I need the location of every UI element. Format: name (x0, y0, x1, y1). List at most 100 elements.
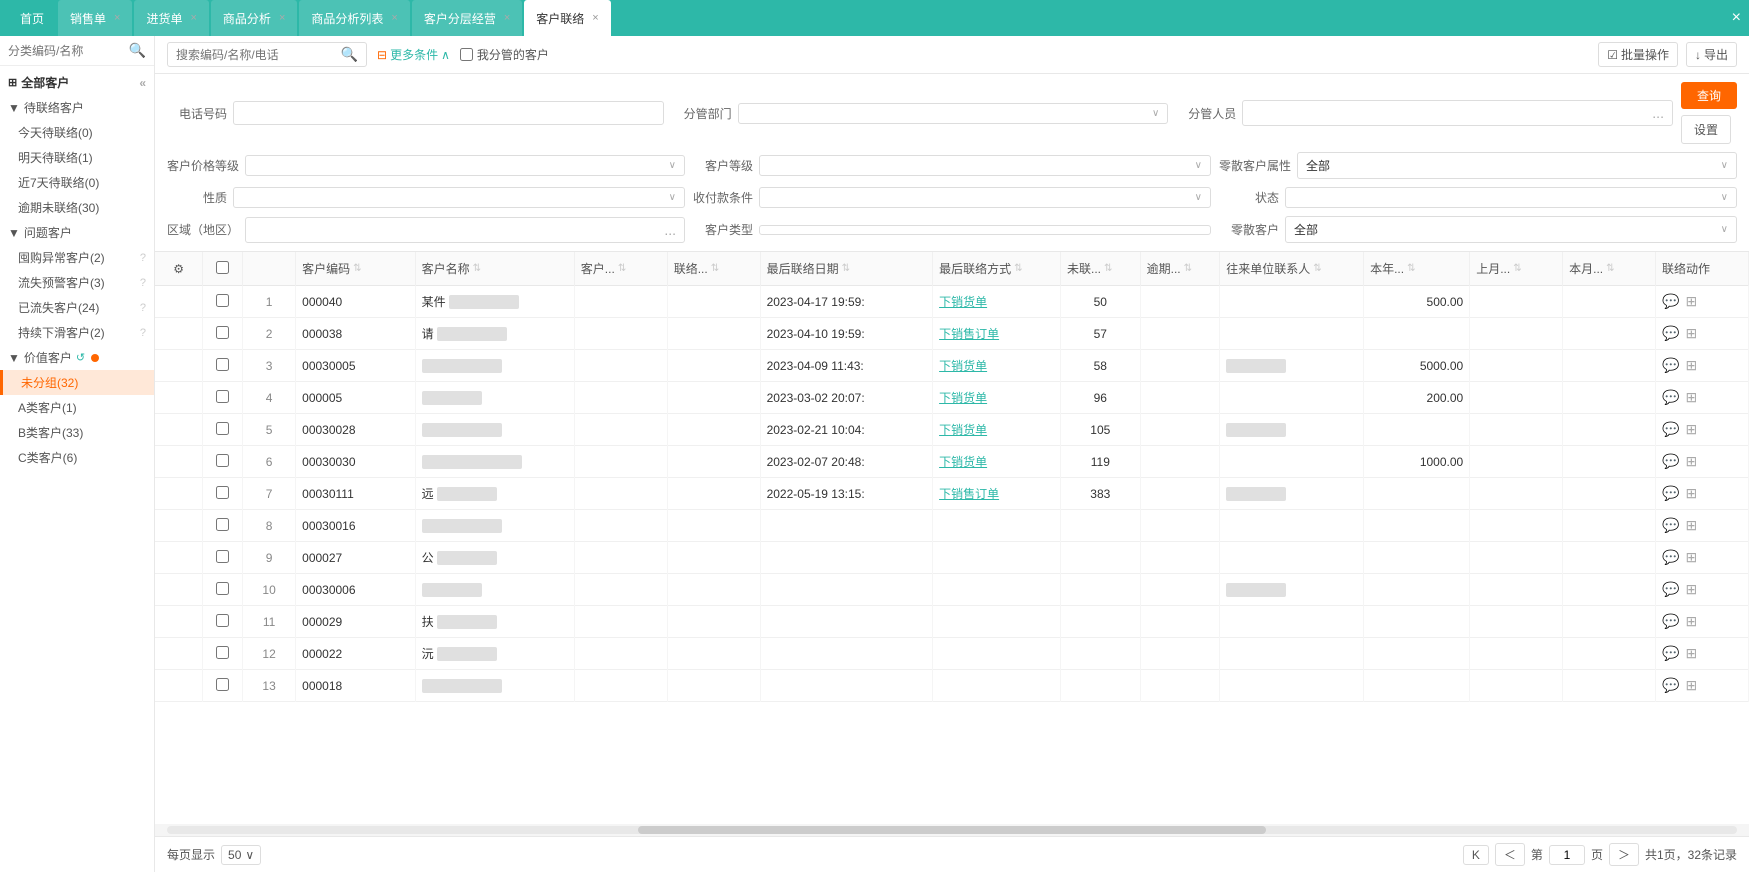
tab-customer-tier[interactable]: 客户分层经营 × (412, 0, 522, 36)
cat-sort-icon[interactable]: ⇅ (618, 263, 626, 274)
action-grid-icon-4[interactable]: ⊞ (1685, 421, 1697, 438)
tab-sales-close[interactable]: × (114, 12, 120, 24)
action-grid-icon-9[interactable]: ⊞ (1685, 581, 1697, 598)
row-check-9[interactable] (203, 574, 243, 606)
row-checkbox-4[interactable] (216, 422, 229, 435)
action-chat-icon-3[interactable]: 💬 (1662, 389, 1679, 406)
scrollbar-thumb[interactable] (638, 826, 1266, 834)
sidebar-item-churn-warning[interactable]: 流失预警客户(3) ? (0, 270, 154, 295)
action-chat-icon-0[interactable]: 💬 (1662, 293, 1679, 310)
row-lastway-link-4[interactable]: 下销货单 (939, 423, 987, 437)
action-chat-icon-10[interactable]: 💬 (1662, 613, 1679, 630)
overdue-sort-icon[interactable]: ⇅ (1184, 263, 1192, 274)
row-checkbox-11[interactable] (216, 646, 229, 659)
tab-sales[interactable]: 销售单 × (58, 0, 132, 36)
sidebar-all-customers[interactable]: ⊞ 全部客户 « (0, 66, 154, 95)
filter-cust-type-select[interactable] (759, 225, 1211, 235)
search-icon[interactable]: 🔍 (341, 46, 358, 63)
my-customer-checkbox[interactable]: 我分管的客户 (460, 46, 549, 63)
filter-person-dots[interactable]: ... (1652, 105, 1664, 121)
filter-nature-select[interactable]: ∨ (233, 187, 685, 208)
sidebar-item-classB[interactable]: B类客户(33) (0, 420, 154, 445)
filter-person-select[interactable]: ... (1242, 100, 1673, 126)
row-check-8[interactable] (203, 542, 243, 574)
filter-region-dots[interactable]: ... (664, 222, 676, 238)
row-check-5[interactable] (203, 446, 243, 478)
row-check-7[interactable] (203, 510, 243, 542)
contact-sort-icon[interactable]: ⇅ (711, 263, 719, 274)
row-check-0[interactable] (203, 286, 243, 318)
action-chat-icon-12[interactable]: 💬 (1662, 677, 1679, 694)
action-grid-icon-8[interactable]: ⊞ (1685, 549, 1697, 566)
row-lastway-link-0[interactable]: 下销货单 (939, 295, 987, 309)
sidebar-item-abnormal[interactable]: 囤购异常客户(2) ? (0, 245, 154, 270)
export-button[interactable]: ↓ 导出 (1686, 42, 1737, 67)
action-chat-icon-2[interactable]: 💬 (1662, 357, 1679, 374)
action-chat-icon-7[interactable]: 💬 (1662, 517, 1679, 534)
reset-button[interactable]: 设置 (1681, 115, 1731, 144)
tab-goods-analysis[interactable]: 商品分析 × (211, 0, 297, 36)
tab-purchase-close[interactable]: × (190, 12, 196, 24)
tab-goods-analysis-list-close[interactable]: × (391, 12, 397, 24)
row-check-2[interactable] (203, 350, 243, 382)
col-settings-header[interactable]: ⚙ (155, 252, 203, 286)
first-page-button[interactable]: K (1463, 845, 1489, 865)
select-all-checkbox[interactable] (216, 261, 229, 274)
sidebar-item-churned[interactable]: 已流失客户(24) ? (0, 295, 154, 320)
action-chat-icon-9[interactable]: 💬 (1662, 581, 1679, 598)
page-input[interactable] (1549, 845, 1585, 865)
action-chat-icon-11[interactable]: 💬 (1662, 645, 1679, 662)
filter-status-select[interactable]: ∨ (1285, 187, 1737, 208)
batch-operate-button[interactable]: ☑ 批量操作 (1598, 42, 1678, 67)
tab-goods-analysis-list[interactable]: 商品分析列表 × (299, 0, 409, 36)
action-grid-icon-12[interactable]: ⊞ (1685, 677, 1697, 694)
action-grid-icon-0[interactable]: ⊞ (1685, 293, 1697, 310)
row-check-6[interactable] (203, 478, 243, 510)
window-close[interactable]: × (1732, 9, 1741, 27)
row-checkbox-1[interactable] (216, 326, 229, 339)
thismonth-sort-icon[interactable]: ⇅ (1606, 263, 1614, 274)
filter-phone-input[interactable] (233, 101, 664, 125)
horizontal-scrollbar[interactable] (167, 826, 1737, 834)
action-chat-icon-1[interactable]: 💬 (1662, 325, 1679, 342)
filter-more-btn[interactable]: ⊟ 更多条件 ∧ (377, 46, 450, 63)
row-lastway-link-1[interactable]: 下销售订单 (939, 327, 999, 341)
filter-payment-select[interactable]: ∨ (759, 187, 1211, 208)
refresh-icon[interactable]: ↺ (76, 351, 85, 364)
action-grid-icon-1[interactable]: ⊞ (1685, 325, 1697, 342)
row-checkbox-12[interactable] (216, 678, 229, 691)
sidebar-group-value[interactable]: ▼ 价值客户 ↺ (0, 345, 154, 370)
action-grid-icon-10[interactable]: ⊞ (1685, 613, 1697, 630)
nocontact-sort-icon[interactable]: ⇅ (1104, 263, 1112, 274)
lastdate-sort-icon[interactable]: ⇅ (842, 263, 850, 274)
action-chat-icon-4[interactable]: 💬 (1662, 421, 1679, 438)
action-chat-icon-8[interactable]: 💬 (1662, 549, 1679, 566)
bizcontact-sort-icon[interactable]: ⇅ (1313, 263, 1321, 274)
filter-search-box[interactable]: 🔍 (167, 42, 367, 67)
tab-home[interactable]: 首页 (8, 0, 56, 36)
sidebar-search-icon[interactable]: 🔍 (129, 42, 146, 59)
sidebar-item-declining[interactable]: 持续下滑客户(2) ? (0, 320, 154, 345)
row-check-10[interactable] (203, 606, 243, 638)
sidebar-item-classC[interactable]: C类客户(6) (0, 445, 154, 470)
code-sort-icon[interactable]: ⇅ (353, 263, 361, 274)
tab-purchase[interactable]: 进货单 × (134, 0, 208, 36)
row-checkbox-8[interactable] (216, 550, 229, 563)
row-lastway-link-6[interactable]: 下销售订单 (939, 487, 999, 501)
filter-scatter-select[interactable]: 全部 ∨ (1285, 216, 1737, 243)
row-checkbox-6[interactable] (216, 486, 229, 499)
row-checkbox-3[interactable] (216, 390, 229, 403)
my-customer-check[interactable] (460, 48, 473, 61)
sidebar-item-7days[interactable]: 近7天待联络(0) (0, 170, 154, 195)
page-size-select[interactable]: 50 ∨ (221, 845, 261, 865)
action-grid-icon-6[interactable]: ⊞ (1685, 485, 1697, 502)
action-grid-icon-7[interactable]: ⊞ (1685, 517, 1697, 534)
query-button[interactable]: 查询 (1681, 82, 1737, 109)
thisyear-sort-icon[interactable]: ⇅ (1407, 263, 1415, 274)
row-check-1[interactable] (203, 318, 243, 350)
filter-cust-grade-select[interactable]: ∨ (759, 155, 1211, 176)
prev-page-button[interactable]: ＜ (1495, 843, 1525, 866)
action-chat-icon-6[interactable]: 💬 (1662, 485, 1679, 502)
action-grid-icon-11[interactable]: ⊞ (1685, 645, 1697, 662)
sidebar-item-overdue[interactable]: 逾期未联络(30) (0, 195, 154, 220)
